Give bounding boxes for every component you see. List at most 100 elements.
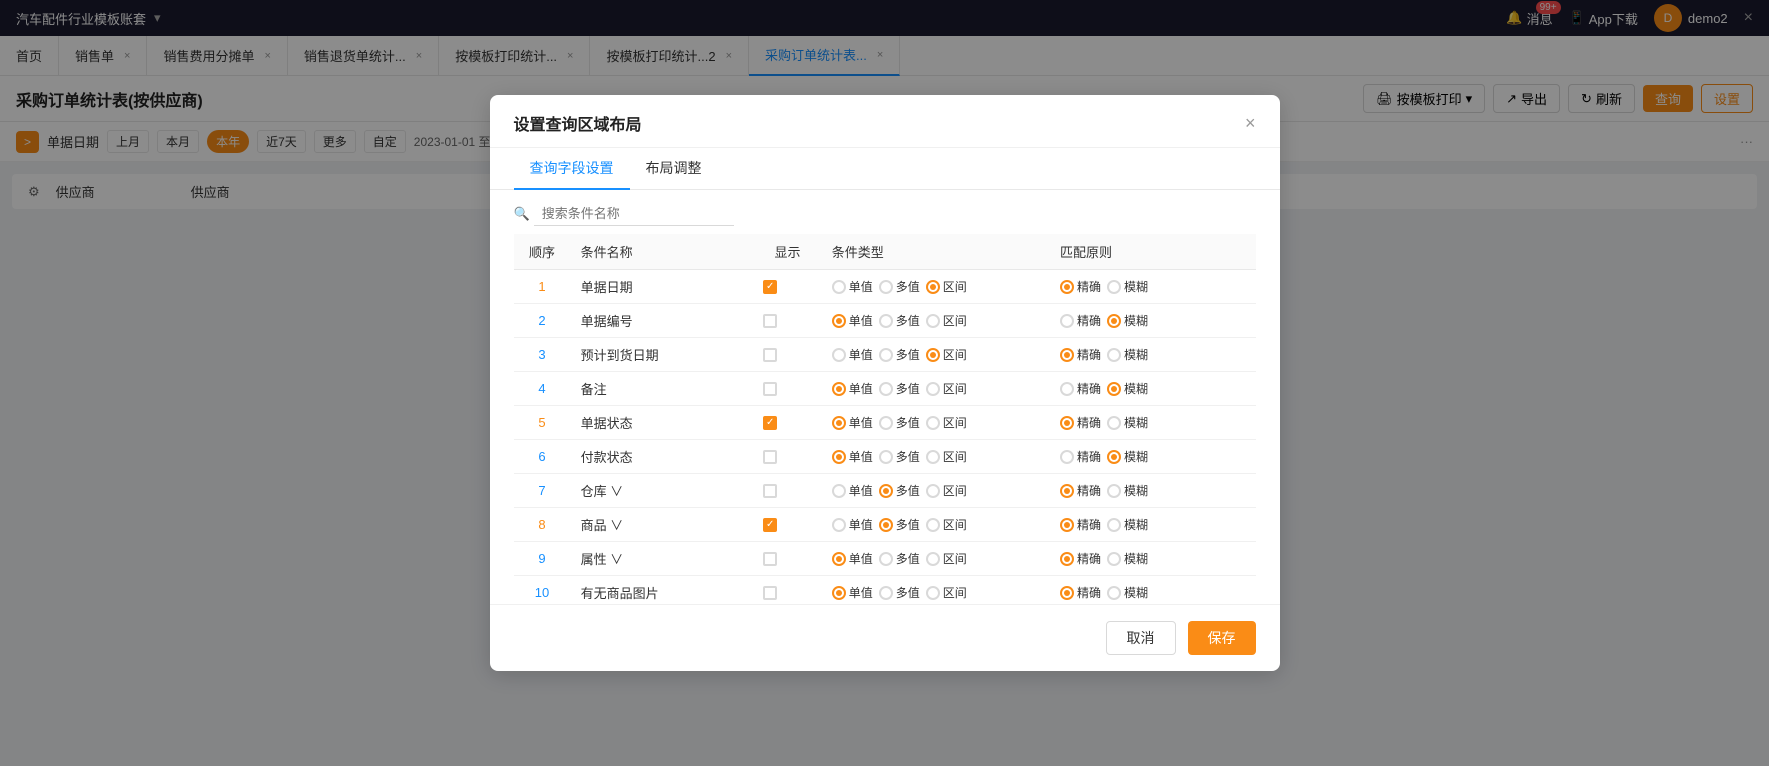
row-condition-name: 预计到货日期 <box>571 338 754 372</box>
type-radio-单值[interactable]: 单值 <box>832 278 873 295</box>
type-radio-多值[interactable]: 多值 <box>879 482 920 499</box>
type-radio-多值[interactable]: 多值 <box>879 414 920 431</box>
display-checkbox[interactable] <box>763 484 777 498</box>
save-button[interactable]: 保存 <box>1188 621 1256 655</box>
row-display-checkbox[interactable] <box>753 338 821 372</box>
radio-circle <box>926 280 940 294</box>
type-radio-多值[interactable]: 多值 <box>879 278 920 295</box>
match-radio-精确[interactable]: 精确 <box>1060 346 1101 363</box>
display-checkbox[interactable] <box>763 280 777 294</box>
radio-circle <box>879 280 893 294</box>
row-condition-name: 备注 <box>571 372 754 406</box>
type-radio-区间[interactable]: 区间 <box>926 380 967 397</box>
type-radio-单值[interactable]: 单值 <box>832 380 873 397</box>
match-radio-精确[interactable]: 精确 <box>1060 414 1101 431</box>
match-radio-精确[interactable]: 精确 <box>1060 516 1101 533</box>
row-display-checkbox[interactable] <box>753 508 821 542</box>
row-match-radio-group: 精确模糊 <box>1050 440 1256 474</box>
radio-circle <box>1060 552 1074 566</box>
type-radio-多值[interactable]: 多值 <box>879 550 920 567</box>
type-radio-单值[interactable]: 单值 <box>832 414 873 431</box>
radio-circle <box>1060 382 1074 396</box>
display-checkbox[interactable] <box>763 416 777 430</box>
match-radio-模糊[interactable]: 模糊 <box>1107 312 1148 329</box>
match-radio-模糊[interactable]: 模糊 <box>1107 346 1148 363</box>
type-radio-单值[interactable]: 单值 <box>832 482 873 499</box>
match-radio-精确[interactable]: 精确 <box>1060 312 1101 329</box>
type-radio-多值[interactable]: 多值 <box>879 584 920 601</box>
match-radio-模糊[interactable]: 模糊 <box>1107 584 1148 601</box>
type-radio-区间[interactable]: 区间 <box>926 414 967 431</box>
radio-circle <box>926 518 940 532</box>
type-radio-区间[interactable]: 区间 <box>926 448 967 465</box>
match-radio-精确[interactable]: 精确 <box>1060 550 1101 567</box>
display-checkbox[interactable] <box>763 314 777 328</box>
display-checkbox[interactable] <box>763 518 777 532</box>
type-radio-多值[interactable]: 多值 <box>879 312 920 329</box>
match-radio-模糊[interactable]: 模糊 <box>1107 550 1148 567</box>
type-radio-单值[interactable]: 单值 <box>832 346 873 363</box>
match-radio-模糊[interactable]: 模糊 <box>1107 448 1148 465</box>
row-display-checkbox[interactable] <box>753 372 821 406</box>
cancel-button[interactable]: 取消 <box>1106 621 1176 655</box>
type-radio-区间[interactable]: 区间 <box>926 278 967 295</box>
type-radio-区间[interactable]: 区间 <box>926 516 967 533</box>
match-radio-模糊[interactable]: 模糊 <box>1107 380 1148 397</box>
row-match-radio-group: 精确模糊 <box>1050 474 1256 508</box>
radio-circle <box>879 348 893 362</box>
match-radio-模糊[interactable]: 模糊 <box>1107 414 1148 431</box>
row-display-checkbox[interactable] <box>753 576 821 605</box>
row-display-checkbox[interactable] <box>753 440 821 474</box>
row-type-radio-group: 单值多值区间 <box>822 338 1050 372</box>
match-radio-模糊[interactable]: 模糊 <box>1107 516 1148 533</box>
display-checkbox[interactable] <box>763 586 777 600</box>
radio-circle <box>1107 586 1121 600</box>
display-checkbox[interactable] <box>763 382 777 396</box>
match-radio-精确[interactable]: 精确 <box>1060 584 1101 601</box>
dialog-tab-query-fields[interactable]: 查询字段设置 <box>514 148 630 190</box>
type-radio-区间[interactable]: 区间 <box>926 312 967 329</box>
match-radio-精确[interactable]: 精确 <box>1060 448 1101 465</box>
type-radio-多值[interactable]: 多值 <box>879 380 920 397</box>
type-radio-多值[interactable]: 多值 <box>879 516 920 533</box>
type-radio-多值[interactable]: 多值 <box>879 448 920 465</box>
match-radio-精确[interactable]: 精确 <box>1060 278 1101 295</box>
row-display-checkbox[interactable] <box>753 304 821 338</box>
display-checkbox[interactable] <box>763 552 777 566</box>
type-radio-单值[interactable]: 单值 <box>832 448 873 465</box>
row-display-checkbox[interactable] <box>753 270 821 304</box>
type-radio-单值[interactable]: 单值 <box>832 516 873 533</box>
row-type-radio-group: 单值多值区间 <box>822 372 1050 406</box>
type-radio-多值[interactable]: 多值 <box>879 346 920 363</box>
type-radio-单值[interactable]: 单值 <box>832 550 873 567</box>
match-radio-精确[interactable]: 精确 <box>1060 380 1101 397</box>
radio-circle <box>926 314 940 328</box>
row-display-checkbox[interactable] <box>753 406 821 440</box>
radio-circle <box>832 416 846 430</box>
type-radio-区间[interactable]: 区间 <box>926 550 967 567</box>
radio-circle <box>1060 586 1074 600</box>
type-radio-单值[interactable]: 单值 <box>832 584 873 601</box>
search-input[interactable] <box>534 202 734 226</box>
radio-circle <box>879 484 893 498</box>
match-radio-精确[interactable]: 精确 <box>1060 482 1101 499</box>
radio-circle <box>1107 450 1121 464</box>
dialog-close-btn[interactable]: × <box>1245 113 1256 146</box>
dialog-tab-layout[interactable]: 布局调整 <box>630 148 718 190</box>
row-display-checkbox[interactable] <box>753 474 821 508</box>
row-condition-name: 单据状态 <box>571 406 754 440</box>
match-radio-模糊[interactable]: 模糊 <box>1107 482 1148 499</box>
display-checkbox[interactable] <box>763 450 777 464</box>
radio-circle <box>879 586 893 600</box>
type-radio-区间[interactable]: 区间 <box>926 584 967 601</box>
type-radio-单值[interactable]: 单值 <box>832 312 873 329</box>
match-radio-模糊[interactable]: 模糊 <box>1107 278 1148 295</box>
modal-overlay: 设置查询区域布局 × 查询字段设置 布局调整 🔍 顺序 条件名称 <box>0 0 1769 766</box>
type-radio-区间[interactable]: 区间 <box>926 482 967 499</box>
display-checkbox[interactable] <box>763 348 777 362</box>
row-condition-name: 单据日期 <box>571 270 754 304</box>
row-type-radio-group: 单值多值区间 <box>822 440 1050 474</box>
row-order: 1 <box>514 270 571 304</box>
row-display-checkbox[interactable] <box>753 542 821 576</box>
type-radio-区间[interactable]: 区间 <box>926 346 967 363</box>
